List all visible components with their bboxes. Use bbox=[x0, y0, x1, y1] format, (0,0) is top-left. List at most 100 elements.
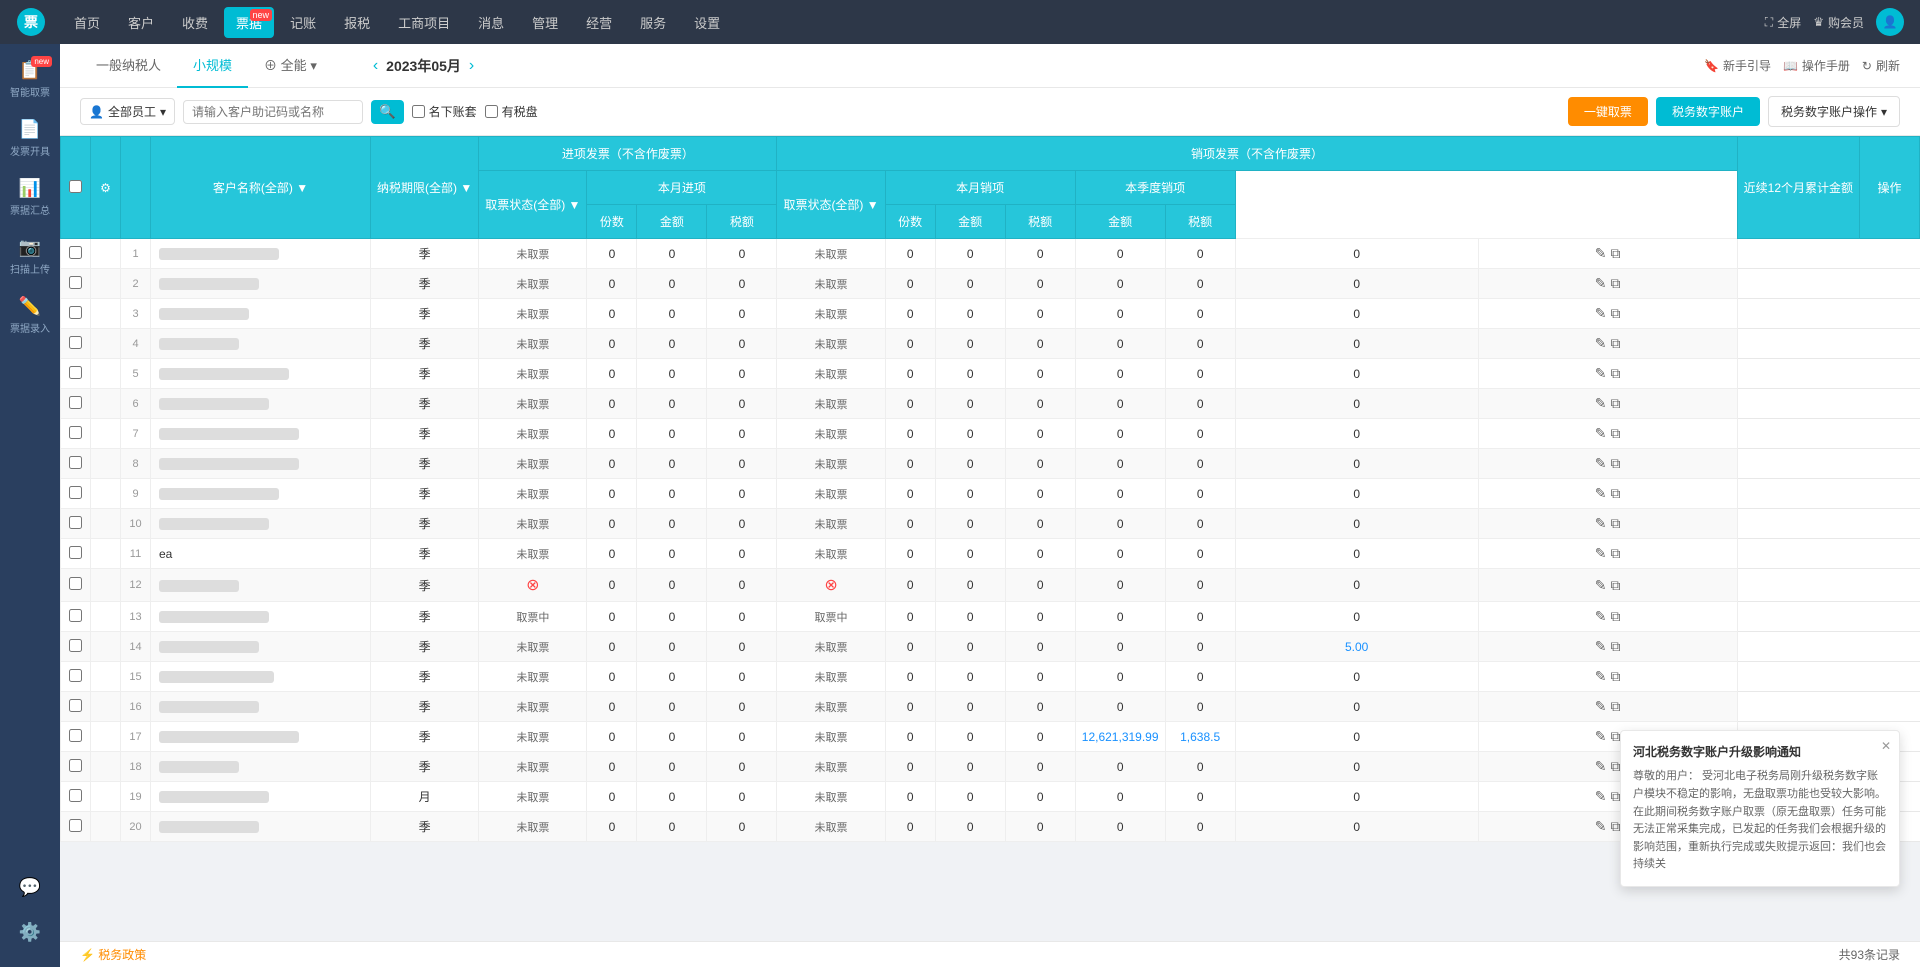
app-logo[interactable]: 票 bbox=[16, 7, 46, 37]
one-click-invoice-button[interactable]: 一键取票 bbox=[1568, 97, 1648, 126]
tab-small-scale[interactable]: 小规模 bbox=[177, 44, 248, 88]
manual-button[interactable]: 📖 操作手册 bbox=[1783, 57, 1850, 74]
row-checkbox[interactable] bbox=[69, 789, 82, 802]
sidebar-item-scan-upload[interactable]: 📷 扫描上传 bbox=[4, 229, 56, 284]
row-checkbox[interactable] bbox=[69, 546, 82, 559]
copy-icon[interactable]: ⧉ bbox=[1611, 608, 1621, 625]
refresh-button[interactable]: ↻ 刷新 bbox=[1862, 57, 1900, 74]
copy-icon[interactable]: ⧉ bbox=[1611, 668, 1621, 685]
edit-icon[interactable]: ✎ bbox=[1595, 305, 1607, 322]
tab-general-taxpayer[interactable]: 一般纳税人 bbox=[80, 44, 177, 88]
copy-icon[interactable]: ⧉ bbox=[1611, 455, 1621, 472]
edit-icon[interactable]: ✎ bbox=[1595, 545, 1607, 562]
sidebar-item-messages[interactable]: 💬 bbox=[4, 869, 56, 906]
row-checkbox[interactable] bbox=[69, 639, 82, 652]
fullscreen-button[interactable]: ⛶ 全屏 bbox=[1765, 14, 1801, 31]
edit-icon[interactable]: ✎ bbox=[1595, 698, 1607, 715]
edit-icon[interactable]: ✎ bbox=[1595, 608, 1607, 625]
row-checkbox[interactable] bbox=[69, 609, 82, 622]
edit-icon[interactable]: ✎ bbox=[1595, 728, 1607, 745]
nav-home[interactable]: 首页 bbox=[62, 7, 112, 38]
copy-icon[interactable]: ⧉ bbox=[1611, 577, 1621, 594]
nav-fees[interactable]: 收费 bbox=[170, 7, 220, 38]
date-next-button[interactable]: › bbox=[469, 57, 474, 75]
edit-icon[interactable]: ✎ bbox=[1595, 335, 1607, 352]
edit-icon[interactable]: ✎ bbox=[1595, 788, 1607, 805]
my-account-checkbox[interactable]: 名下账套 bbox=[412, 103, 477, 120]
edit-icon[interactable]: ✎ bbox=[1595, 577, 1607, 594]
sidebar-item-settings[interactable]: ⚙️ bbox=[4, 914, 56, 951]
row-checkbox[interactable] bbox=[69, 759, 82, 772]
copy-icon[interactable]: ⧉ bbox=[1611, 698, 1621, 715]
search-button[interactable]: 🔍 bbox=[371, 100, 404, 124]
row-checkbox[interactable] bbox=[69, 819, 82, 832]
nav-accounting[interactable]: 记账 bbox=[278, 7, 328, 38]
digital-account-button[interactable]: 税务数字账户 bbox=[1656, 97, 1760, 126]
row-checkbox[interactable] bbox=[69, 306, 82, 319]
row-checkbox[interactable] bbox=[69, 516, 82, 529]
edit-icon[interactable]: ✎ bbox=[1595, 275, 1607, 292]
sidebar-item-smart-invoice[interactable]: new 📋 智能取票 bbox=[4, 52, 56, 107]
edit-icon[interactable]: ✎ bbox=[1595, 758, 1607, 775]
search-input[interactable] bbox=[183, 100, 363, 124]
new-guide-button[interactable]: 🔖 新手引导 bbox=[1704, 57, 1771, 74]
edit-icon[interactable]: ✎ bbox=[1595, 365, 1607, 382]
row-checkbox[interactable] bbox=[69, 456, 82, 469]
edit-icon[interactable]: ✎ bbox=[1595, 485, 1607, 502]
row-checkbox[interactable] bbox=[69, 366, 82, 379]
edit-icon[interactable]: ✎ bbox=[1595, 638, 1607, 655]
row-checkbox[interactable] bbox=[69, 486, 82, 499]
copy-icon[interactable]: ⧉ bbox=[1611, 305, 1621, 322]
copy-icon[interactable]: ⧉ bbox=[1611, 485, 1621, 502]
edit-icon[interactable]: ✎ bbox=[1595, 395, 1607, 412]
edit-icon[interactable]: ✎ bbox=[1595, 668, 1607, 685]
copy-icon[interactable]: ⧉ bbox=[1611, 275, 1621, 292]
date-prev-button[interactable]: ‹ bbox=[373, 57, 378, 75]
edit-icon[interactable]: ✎ bbox=[1595, 455, 1607, 472]
row-checkbox[interactable] bbox=[69, 426, 82, 439]
sidebar-item-invoice-open[interactable]: 📄 发票开具 bbox=[4, 111, 56, 166]
tab-all-capable[interactable]: ⊕ 全能 ▾ bbox=[248, 44, 333, 88]
row-checkbox[interactable] bbox=[69, 699, 82, 712]
copy-icon[interactable]: ⧉ bbox=[1611, 245, 1621, 262]
edit-icon[interactable]: ✎ bbox=[1595, 515, 1607, 532]
nav-settings[interactable]: 设置 bbox=[682, 7, 732, 38]
nav-operations[interactable]: 经营 bbox=[574, 7, 624, 38]
row-checkbox[interactable] bbox=[69, 246, 82, 259]
client-name[interactable]: ea bbox=[159, 547, 172, 561]
row-checkbox[interactable] bbox=[69, 669, 82, 682]
row-checkbox[interactable] bbox=[69, 336, 82, 349]
edit-icon[interactable]: ✎ bbox=[1595, 425, 1607, 442]
nav-management[interactable]: 管理 bbox=[520, 7, 570, 38]
copy-icon[interactable]: ⧉ bbox=[1611, 515, 1621, 532]
row-checkbox[interactable] bbox=[69, 396, 82, 409]
nav-services[interactable]: 服务 bbox=[628, 7, 678, 38]
edit-icon[interactable]: ✎ bbox=[1595, 818, 1607, 835]
has-tax-disk-checkbox[interactable]: 有税盘 bbox=[485, 103, 538, 120]
vip-button[interactable]: ♛ 购会员 bbox=[1813, 14, 1864, 31]
digital-account-ops-button[interactable]: 税务数字账户操作 ▾ bbox=[1768, 96, 1900, 127]
notification-close-button[interactable]: ✕ bbox=[1881, 739, 1891, 753]
nav-messages[interactable]: 消息 bbox=[466, 7, 516, 38]
nav-clients[interactable]: 客户 bbox=[116, 7, 166, 38]
quarter-amount-value[interactable]: 12,621,319.99 bbox=[1082, 730, 1159, 744]
copy-icon[interactable]: ⧉ bbox=[1611, 638, 1621, 655]
employee-select[interactable]: 👤 全部员工 ▾ bbox=[80, 98, 175, 125]
tax-policy-link[interactable]: ⚡ 税务政策 bbox=[80, 946, 146, 963]
copy-icon[interactable]: ⧉ bbox=[1611, 365, 1621, 382]
copy-icon[interactable]: ⧉ bbox=[1611, 395, 1621, 412]
row-checkbox[interactable] bbox=[69, 729, 82, 742]
accum-value[interactable]: 5.00 bbox=[1345, 640, 1368, 654]
row-checkbox[interactable] bbox=[69, 577, 82, 590]
select-all-checkbox[interactable] bbox=[69, 180, 82, 193]
edit-icon[interactable]: ✎ bbox=[1595, 245, 1607, 262]
row-checkbox[interactable] bbox=[69, 276, 82, 289]
nav-tax[interactable]: 报税 bbox=[332, 7, 382, 38]
nav-invoices[interactable]: 票据 new bbox=[224, 7, 274, 38]
user-avatar[interactable]: 👤 bbox=[1876, 8, 1904, 36]
sidebar-item-invoice-entry[interactable]: ✏️ 票据录入 bbox=[4, 288, 56, 343]
copy-icon[interactable]: ⧉ bbox=[1611, 335, 1621, 352]
nav-business[interactable]: 工商项目 bbox=[386, 7, 462, 38]
sidebar-item-invoice-summary[interactable]: 📊 票据汇总 bbox=[4, 170, 56, 225]
copy-icon[interactable]: ⧉ bbox=[1611, 425, 1621, 442]
